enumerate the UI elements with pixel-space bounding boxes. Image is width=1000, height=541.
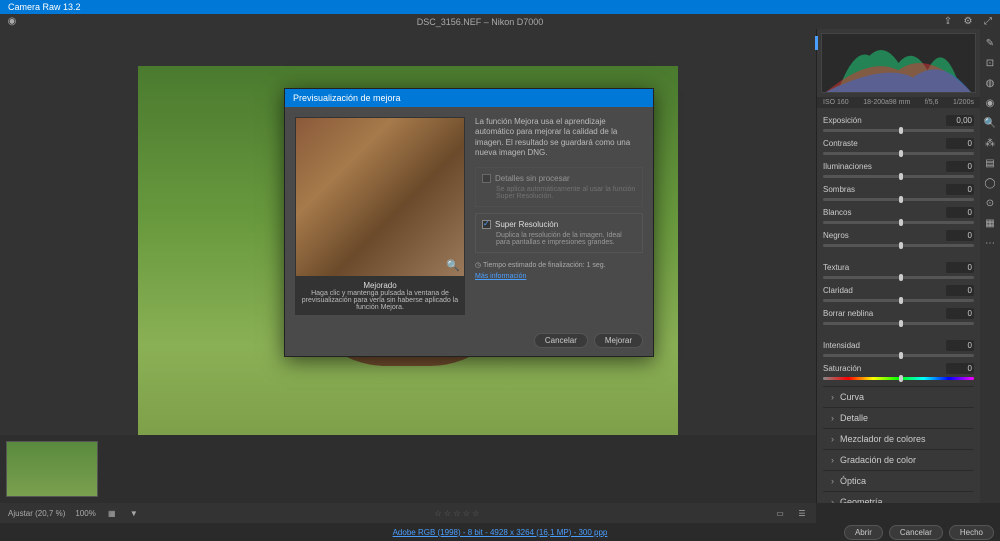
slider-sombras[interactable] — [823, 198, 974, 201]
slider-claridad[interactable] — [823, 299, 974, 302]
radial-icon[interactable]: ◯ — [984, 177, 996, 189]
accordion-optica[interactable]: Óptica — [823, 470, 974, 491]
filter-icon[interactable]: ▼ — [128, 507, 140, 519]
thumbnail[interactable] — [6, 441, 98, 497]
accordion-curva[interactable]: Curva — [823, 386, 974, 407]
rating-stars[interactable]: ☆ ☆ ☆ ☆ ☆ — [435, 509, 480, 518]
scroll-indicator — [815, 36, 818, 50]
file-title: DSC_3156.NEF – Nikon D7000 — [18, 17, 942, 27]
checkbox-raw — [482, 174, 491, 183]
bottombar: Ajustar (20,7 %) 100% ▦ ▼ ☆ ☆ ☆ ☆ ☆ ▭ ☰ — [0, 503, 816, 523]
strip-icon[interactable]: ▭ — [774, 507, 786, 519]
app-title: Camera Raw 13.2 — [8, 2, 81, 12]
file-info[interactable]: Adobe RGB (1998) - 8 bit - 4928 x 3264 (… — [393, 528, 608, 537]
preview-desc: Haga clic y mantenga pulsada la ventana … — [299, 290, 461, 311]
dialog-title: Previsualización de mejora — [285, 89, 653, 107]
slider-blancos[interactable] — [823, 221, 974, 224]
more-info-link[interactable]: Más información — [475, 273, 526, 280]
expand-icon[interactable]: ⤢ — [982, 16, 994, 28]
zoom-icon[interactable]: 🔍 — [446, 259, 460, 272]
edit-sidebar: ISO 16018-200a98 mmf/5,61/200s Exposició… — [816, 29, 980, 503]
dialog-cancel-button[interactable]: Cancelar — [534, 333, 588, 348]
titlebar: Camera Raw 13.2 — [0, 0, 1000, 14]
done-button[interactable]: Hecho — [949, 525, 994, 540]
accordion-detalle[interactable]: Detalle — [823, 407, 974, 428]
filmstrip — [0, 435, 816, 503]
slider-textura[interactable] — [823, 276, 974, 279]
search-icon[interactable]: 🔍 — [984, 117, 996, 129]
accordion-geometria[interactable]: Geometría — [823, 491, 974, 503]
edit-icon[interactable]: ✎ — [984, 37, 996, 49]
enhance-dialog: Previsualización de mejora 🔍 Mejorado Ha… — [284, 88, 654, 357]
cancel-button[interactable]: Cancelar — [889, 525, 943, 540]
sidebar-tools: ✎ ⊡ ◍ ◉ 🔍 ⁂ ▤ ◯ ⊙ ▦ ⋯ — [980, 29, 1000, 503]
slider-contraste[interactable] — [823, 152, 974, 155]
topbar: ◉ DSC_3156.NEF – Nikon D7000 ⇪ ⚙ ⤢ — [0, 14, 1000, 29]
gear-icon[interactable]: ⚙ — [962, 16, 974, 28]
dialog-enhance-button[interactable]: Mejorar — [594, 333, 643, 348]
zoom-label[interactable]: 100% — [75, 509, 95, 518]
preview-title: Mejorado — [299, 281, 461, 290]
slider-exposicion[interactable] — [823, 129, 974, 132]
slider-negros[interactable] — [823, 244, 974, 247]
heal-icon[interactable]: ◍ — [984, 77, 996, 89]
dialog-intro: La función Mejora usa el aprendizaje aut… — [475, 117, 643, 159]
clock-icon: ◷ — [475, 262, 481, 269]
meta-row: ISO 16018-200a98 mmf/5,61/200s — [817, 97, 980, 108]
home-icon[interactable]: ◉ — [6, 16, 18, 28]
more-icon[interactable]: ⋯ — [984, 237, 996, 249]
option-super-resolution[interactable]: Super Resolución Duplica la resolución d… — [475, 213, 643, 253]
grid-icon[interactable]: ▦ — [106, 507, 118, 519]
open-button[interactable]: Abrir — [844, 525, 883, 540]
eye-icon[interactable]: ◉ — [984, 97, 996, 109]
slider-iluminaciones[interactable] — [823, 175, 974, 178]
slider-saturacion[interactable] — [823, 377, 974, 380]
redeye-icon[interactable]: ⊙ — [984, 197, 996, 209]
checkbox-super[interactable] — [482, 220, 491, 229]
fit-label[interactable]: Ajustar (20,7 %) — [8, 509, 65, 518]
option-raw-details: Detalles sin procesar Se aplica automáti… — [475, 167, 643, 207]
slider-neblina[interactable] — [823, 322, 974, 325]
brush-icon[interactable]: ⁂ — [984, 137, 996, 149]
slider-intensidad[interactable] — [823, 354, 974, 357]
estimate-text: Tiempo estimado de finalización: 1 seg. — [483, 262, 606, 269]
accordion-mezclador[interactable]: Mezclador de colores — [823, 428, 974, 449]
histogram[interactable] — [821, 33, 976, 93]
label-exposicion: Exposición — [823, 116, 862, 125]
accordion-gradacion[interactable]: Gradación de color — [823, 449, 974, 470]
gradient-icon[interactable]: ▤ — [984, 157, 996, 169]
preview-image[interactable]: 🔍 — [295, 117, 465, 277]
layout-icon[interactable]: ☰ — [796, 507, 808, 519]
share-icon[interactable]: ⇪ — [942, 16, 954, 28]
crop-icon[interactable]: ⊡ — [984, 57, 996, 69]
presets-icon[interactable]: ▦ — [984, 217, 996, 229]
